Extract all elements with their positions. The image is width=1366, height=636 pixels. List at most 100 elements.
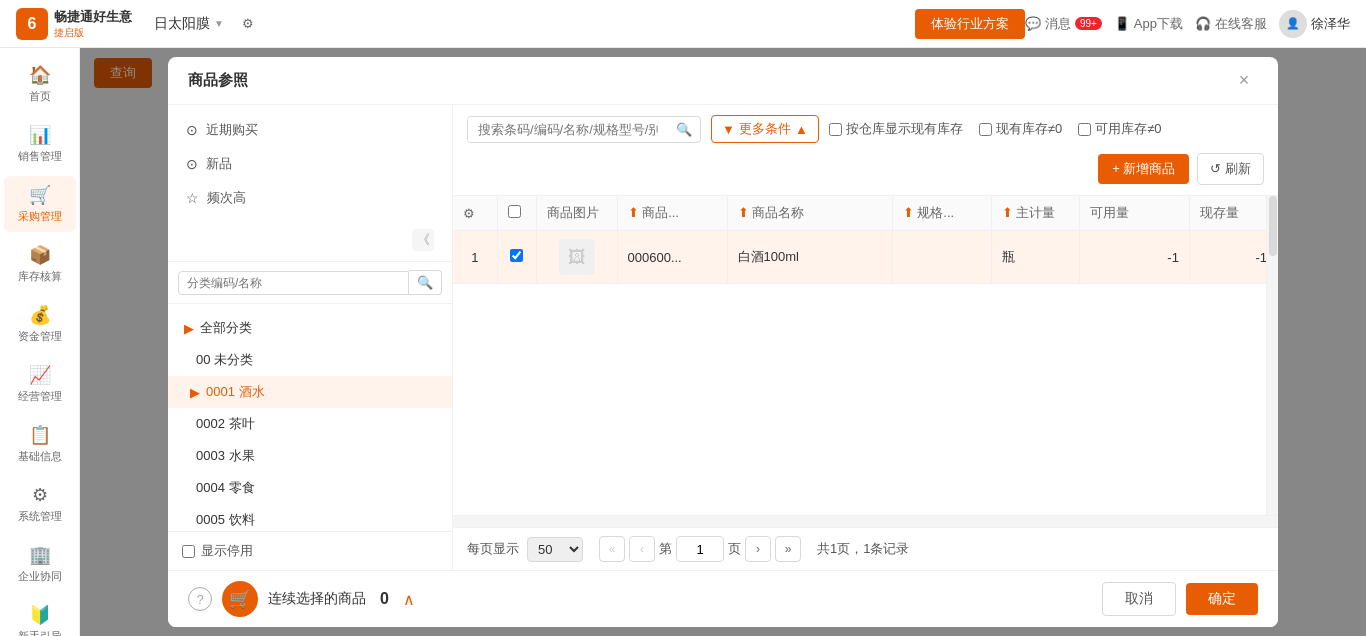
logo: 6 畅捷通好生意 捷启版 bbox=[16, 8, 146, 40]
cancel-button[interactable]: 取消 bbox=[1102, 582, 1176, 616]
product-image-cell: 🖼 bbox=[537, 231, 617, 284]
avatar: 👤 bbox=[1279, 10, 1307, 38]
available-nonzero-checkbox[interactable] bbox=[1078, 123, 1091, 136]
category-item-0005[interactable]: 0005 饮料 bbox=[168, 504, 452, 531]
sidebar-item-purchase[interactable]: 🛒 采购管理 bbox=[4, 176, 76, 232]
col-code-header[interactable]: ⬆ 商品... bbox=[617, 196, 727, 231]
category-item-00[interactable]: 00 未分类 bbox=[168, 344, 452, 376]
sidebar-item-guide[interactable]: 🔰 新手引导 bbox=[4, 596, 76, 636]
modal-title: 商品参照 bbox=[188, 71, 1230, 90]
col-name-header[interactable]: ⬆ 商品名称 bbox=[727, 196, 892, 231]
col-img-header: 商品图片 bbox=[537, 196, 617, 231]
quick-link-recent[interactable]: ⊙ 近期购买 bbox=[178, 115, 442, 145]
category-item-0003[interactable]: 0003 水果 bbox=[168, 440, 452, 472]
category-search-input[interactable] bbox=[178, 271, 409, 295]
per-page-label: 每页显示 bbox=[467, 540, 519, 558]
message-icon: 💬 bbox=[1025, 16, 1041, 31]
collapse-left-panel-button[interactable]: 《 bbox=[412, 229, 434, 251]
sidebar-item-inventory[interactable]: 📦 库存核算 bbox=[4, 236, 76, 292]
star-icon: ☆ bbox=[186, 190, 199, 206]
row-checkbox[interactable] bbox=[510, 249, 523, 262]
pagination-bar: 每页显示 50 10 20 100 « ‹ 第 bbox=[453, 527, 1278, 570]
col-check-header bbox=[497, 196, 537, 231]
collapse-cart-button[interactable]: ∧ bbox=[403, 590, 415, 609]
add-product-button[interactable]: + 新增商品 bbox=[1098, 154, 1189, 184]
purchase-icon: 🛒 bbox=[29, 184, 51, 206]
store-selector[interactable]: 日太阳膜 ▼ bbox=[146, 15, 232, 33]
cart-button[interactable]: 🛒 bbox=[222, 581, 258, 617]
warehouse-filter-checkbox[interactable] bbox=[829, 123, 842, 136]
logo-text: 畅捷通好生意 捷启版 bbox=[54, 8, 132, 40]
new-icon: ⊙ bbox=[186, 156, 198, 172]
category-tree: ▶ 全部分类 00 未分类 ▶ 0001 酒水 0002 茶 bbox=[168, 304, 452, 531]
sidebar-item-home[interactable]: 🏠 首页 bbox=[4, 56, 76, 112]
sidebar-item-finance[interactable]: 💰 资金管理 bbox=[4, 296, 76, 352]
table-row[interactable]: 1 🖼 bbox=[453, 231, 1278, 284]
product-stock-cell: -1 bbox=[1189, 231, 1277, 284]
modal-header: 商品参照 × bbox=[168, 57, 1278, 105]
sort-icon: ⬆ bbox=[1002, 205, 1013, 220]
last-page-button[interactable]: » bbox=[775, 536, 801, 562]
product-search-button[interactable]: 🔍 bbox=[668, 117, 700, 142]
refresh-button[interactable]: ↺ 刷新 bbox=[1197, 153, 1264, 185]
stock-nonzero-checkbox[interactable] bbox=[979, 123, 992, 136]
per-page-select[interactable]: 50 10 20 100 bbox=[527, 537, 583, 562]
product-search-input[interactable] bbox=[468, 117, 668, 142]
home-icon: 🏠 bbox=[29, 64, 51, 86]
settings-icon: ⚙ bbox=[463, 206, 475, 221]
row-checkbox-cell bbox=[497, 231, 537, 284]
first-page-button[interactable]: « bbox=[599, 536, 625, 562]
more-filter-button[interactable]: ▼ 更多条件 ▲ bbox=[711, 115, 819, 143]
col-stock-header: 现存量 bbox=[1189, 196, 1277, 231]
finance-icon: 💰 bbox=[29, 304, 51, 326]
business-icon: 📈 bbox=[29, 364, 51, 386]
message-button[interactable]: 💬 消息 99+ bbox=[1025, 15, 1102, 33]
product-search-bar: 🔍 bbox=[467, 116, 701, 143]
show-disabled-checkbox[interactable] bbox=[182, 545, 195, 558]
active-arrow-icon: ▶ bbox=[190, 385, 200, 400]
chevron-up-icon: ▲ bbox=[795, 122, 808, 137]
category-item-all[interactable]: ▶ 全部分类 bbox=[168, 312, 452, 344]
modal-body: ⊙ 近期购买 ⊙ 新品 ☆ 频次高 bbox=[168, 105, 1278, 570]
message-badge: 99+ bbox=[1075, 17, 1102, 30]
horizontal-scrollbar[interactable] bbox=[453, 515, 1278, 527]
scrollbar-thumb[interactable] bbox=[1269, 196, 1277, 256]
prev-page-button[interactable]: ‹ bbox=[629, 536, 655, 562]
quick-link-frequent[interactable]: ☆ 频次高 bbox=[178, 183, 442, 213]
help-button[interactable]: ? bbox=[188, 587, 212, 611]
category-item-0001[interactable]: ▶ 0001 酒水 bbox=[168, 376, 452, 408]
category-search-button[interactable]: 🔍 bbox=[409, 270, 442, 295]
select-all-checkbox[interactable] bbox=[508, 205, 521, 218]
close-button[interactable]: × bbox=[1230, 67, 1258, 95]
confirm-button[interactable]: 确定 bbox=[1186, 583, 1258, 615]
product-available-cell: -1 bbox=[1079, 231, 1189, 284]
sidebar-item-business[interactable]: 📈 经营管理 bbox=[4, 356, 76, 412]
category-item-0004[interactable]: 0004 零食 bbox=[168, 472, 452, 504]
sidebar-item-sales[interactable]: 📊 销售管理 bbox=[4, 116, 76, 172]
next-page-button[interactable]: › bbox=[745, 536, 771, 562]
sidebar-item-enterprise[interactable]: 🏢 企业协同 bbox=[4, 536, 76, 592]
stock-nonzero-label[interactable]: 现有库存≠0 bbox=[979, 120, 1062, 138]
sidebar-item-basics[interactable]: 📋 基础信息 bbox=[4, 416, 76, 472]
trial-button[interactable]: 体验行业方案 bbox=[915, 9, 1025, 39]
page-number-input[interactable] bbox=[676, 536, 724, 562]
online-service-button[interactable]: 🎧 在线客服 bbox=[1195, 15, 1267, 33]
total-info: 共1页，1条记录 bbox=[817, 540, 909, 558]
show-disabled-label[interactable]: 显示停用 bbox=[201, 542, 253, 560]
table-wrapper: ⚙ 商品图片 bbox=[453, 196, 1278, 515]
available-nonzero-label[interactable]: 可用库存≠0 bbox=[1078, 120, 1161, 138]
col-unit-header[interactable]: ⬆ 主计量 bbox=[991, 196, 1079, 231]
sidebar-item-system[interactable]: ⚙ 系统管理 bbox=[4, 476, 76, 532]
settings-icon[interactable]: ⚙ bbox=[232, 8, 264, 40]
col-spec-header[interactable]: ⬆ 规格... bbox=[892, 196, 991, 231]
vertical-scrollbar[interactable] bbox=[1266, 196, 1278, 515]
category-item-0002[interactable]: 0002 茶叶 bbox=[168, 408, 452, 440]
warehouse-filter-label[interactable]: 按仓库显示现有库存 bbox=[829, 120, 963, 138]
product-table: ⚙ 商品图片 bbox=[453, 196, 1278, 284]
quick-link-new[interactable]: ⊙ 新品 bbox=[178, 149, 442, 179]
sales-icon: 📊 bbox=[29, 124, 51, 146]
user-menu[interactable]: 👤 徐泽华 bbox=[1279, 10, 1350, 38]
sort-icon: ⬆ bbox=[628, 205, 639, 220]
left-panel-top: ⊙ 近期购买 ⊙ 新品 ☆ 频次高 bbox=[168, 105, 452, 262]
app-download-button[interactable]: 📱 App下载 bbox=[1114, 15, 1183, 33]
